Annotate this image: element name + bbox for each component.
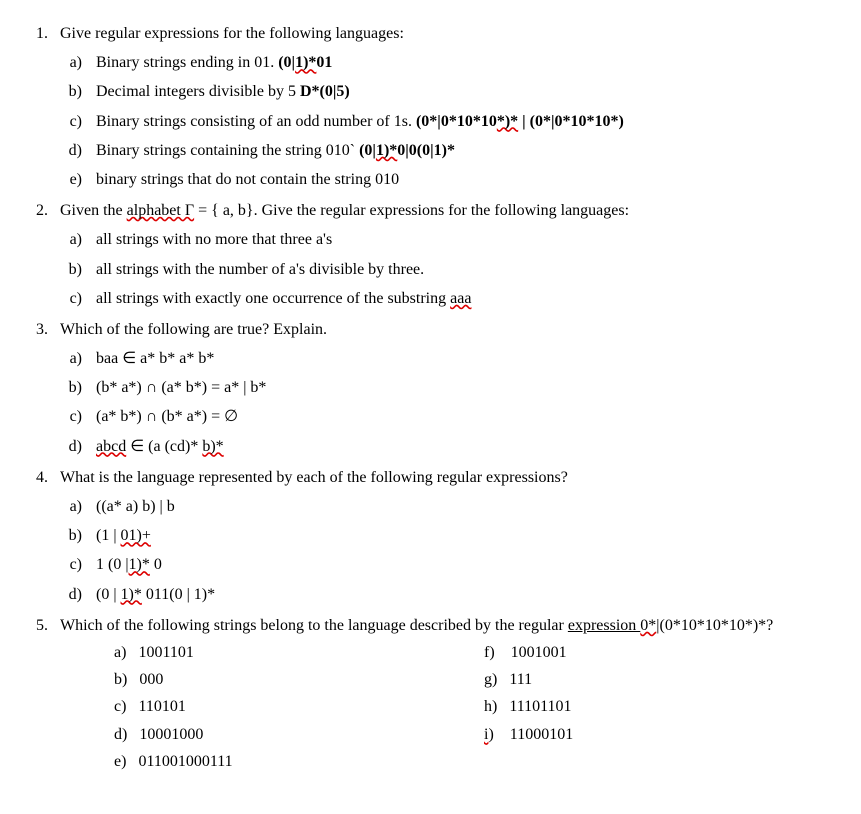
q5-c: c) 110101 [114,693,430,720]
q3-prompt: Which of the following are true? Explain… [60,321,327,338]
q2-b: all strings with the number of a's divis… [90,256,831,283]
q3-a: baa ∈ a* b* a* b* [90,345,831,372]
q2-c: all strings with exactly one occurrence … [90,285,831,312]
q5-d: d) 10001000 [114,721,430,748]
q5-e: e) 011001000111 [114,748,430,775]
q4-b: (1 | 01)+ [90,522,831,549]
question-1: Give regular expressions for the followi… [52,20,831,193]
q1-e: binary strings that do not contain the s… [90,166,831,193]
q4-prompt: What is the language represented by each… [60,469,568,486]
q5-a: a) 1001101 [114,639,430,666]
q4-d: (0 | 1)* 011(0 | 1)* [90,581,831,608]
q5-b: b) 000 [114,666,430,693]
q2-a: all strings with no more that three a's [90,226,831,253]
q1-prompt: Give regular expressions for the followi… [60,25,404,42]
q3-b: (b* a*) ∩ (a* b*) = a* | b* [90,374,831,401]
q5-f: f) 1001001 [484,639,800,666]
q1-a: Binary strings ending in 01. (0|1)*01 [90,49,831,76]
q5-i: i) 11000101 [484,721,800,748]
q5-prompt: Which of the following strings belong to… [60,612,831,639]
q4-a: ((a* a) b) | b [90,493,831,520]
q1-c: Binary strings consisting of an odd numb… [90,108,831,135]
q3-d: abcd ∈ (a (cd)* b)* [90,433,831,460]
q3-c: (a* b*) ∩ (b* a*) = ∅ [90,403,831,430]
question-4: What is the language represented by each… [52,464,831,608]
q4-c: 1 (0 |1)* 0 [90,551,831,578]
q2-prompt: Given the alphabet Γ = { a, b}. Give the… [60,202,629,219]
question-5: Which of the following strings belong to… [52,612,831,775]
q1-b: Decimal integers divisible by 5 D*(0|5) [90,78,831,105]
q5-g: g) 111 [484,666,800,693]
question-2: Given the alphabet Γ = { a, b}. Give the… [52,197,831,312]
q5-h: h) 11101101 [484,693,800,720]
question-3: Which of the following are true? Explain… [52,316,831,460]
q1-d: Binary strings containing the string 010… [90,137,831,164]
